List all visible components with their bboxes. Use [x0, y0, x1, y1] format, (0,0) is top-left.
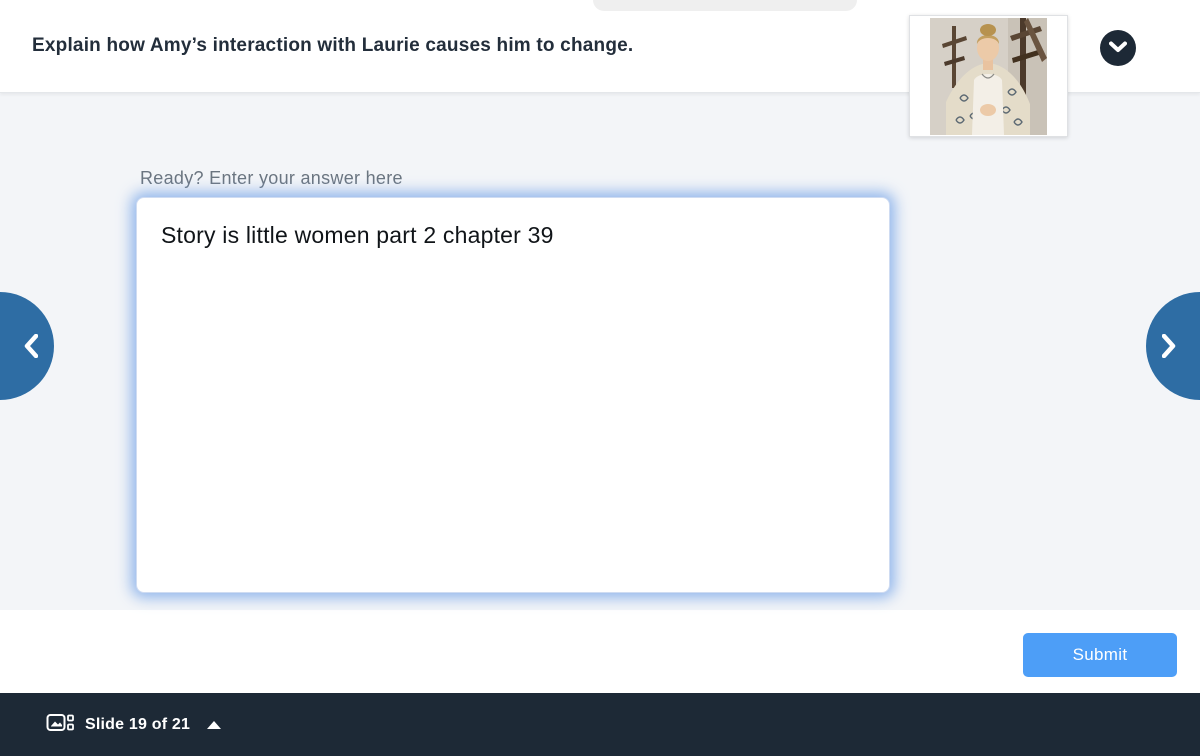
bottom-toolbar: Slide 19 of 21: [0, 693, 1200, 756]
slide-counter-control[interactable]: Slide 19 of 21: [46, 693, 222, 756]
question-text: Explain how Amy’s interaction with Lauri…: [32, 35, 634, 56]
answer-input[interactable]: Story is little women part 2 chapter 39: [136, 197, 890, 593]
submit-button[interactable]: Submit: [1023, 633, 1177, 677]
answer-text: Story is little women part 2 chapter 39: [161, 222, 554, 248]
slides-icon: [46, 712, 74, 737]
slide-counter-label: Slide 19 of 21: [85, 715, 191, 733]
lesson-window: Ready? Enter your answer here Story is l…: [0, 0, 1200, 756]
collapse-header-button[interactable]: [1100, 30, 1136, 66]
triangle-up-icon: [207, 720, 222, 729]
media-thumbnail[interactable]: [909, 15, 1068, 137]
answer-prompt-label: Ready? Enter your answer here: [140, 168, 403, 188]
top-handle: [593, 0, 857, 11]
chevron-down-icon: [1109, 41, 1127, 56]
portrait-photo: [930, 17, 1047, 135]
submit-bar: Submit: [0, 610, 1200, 693]
